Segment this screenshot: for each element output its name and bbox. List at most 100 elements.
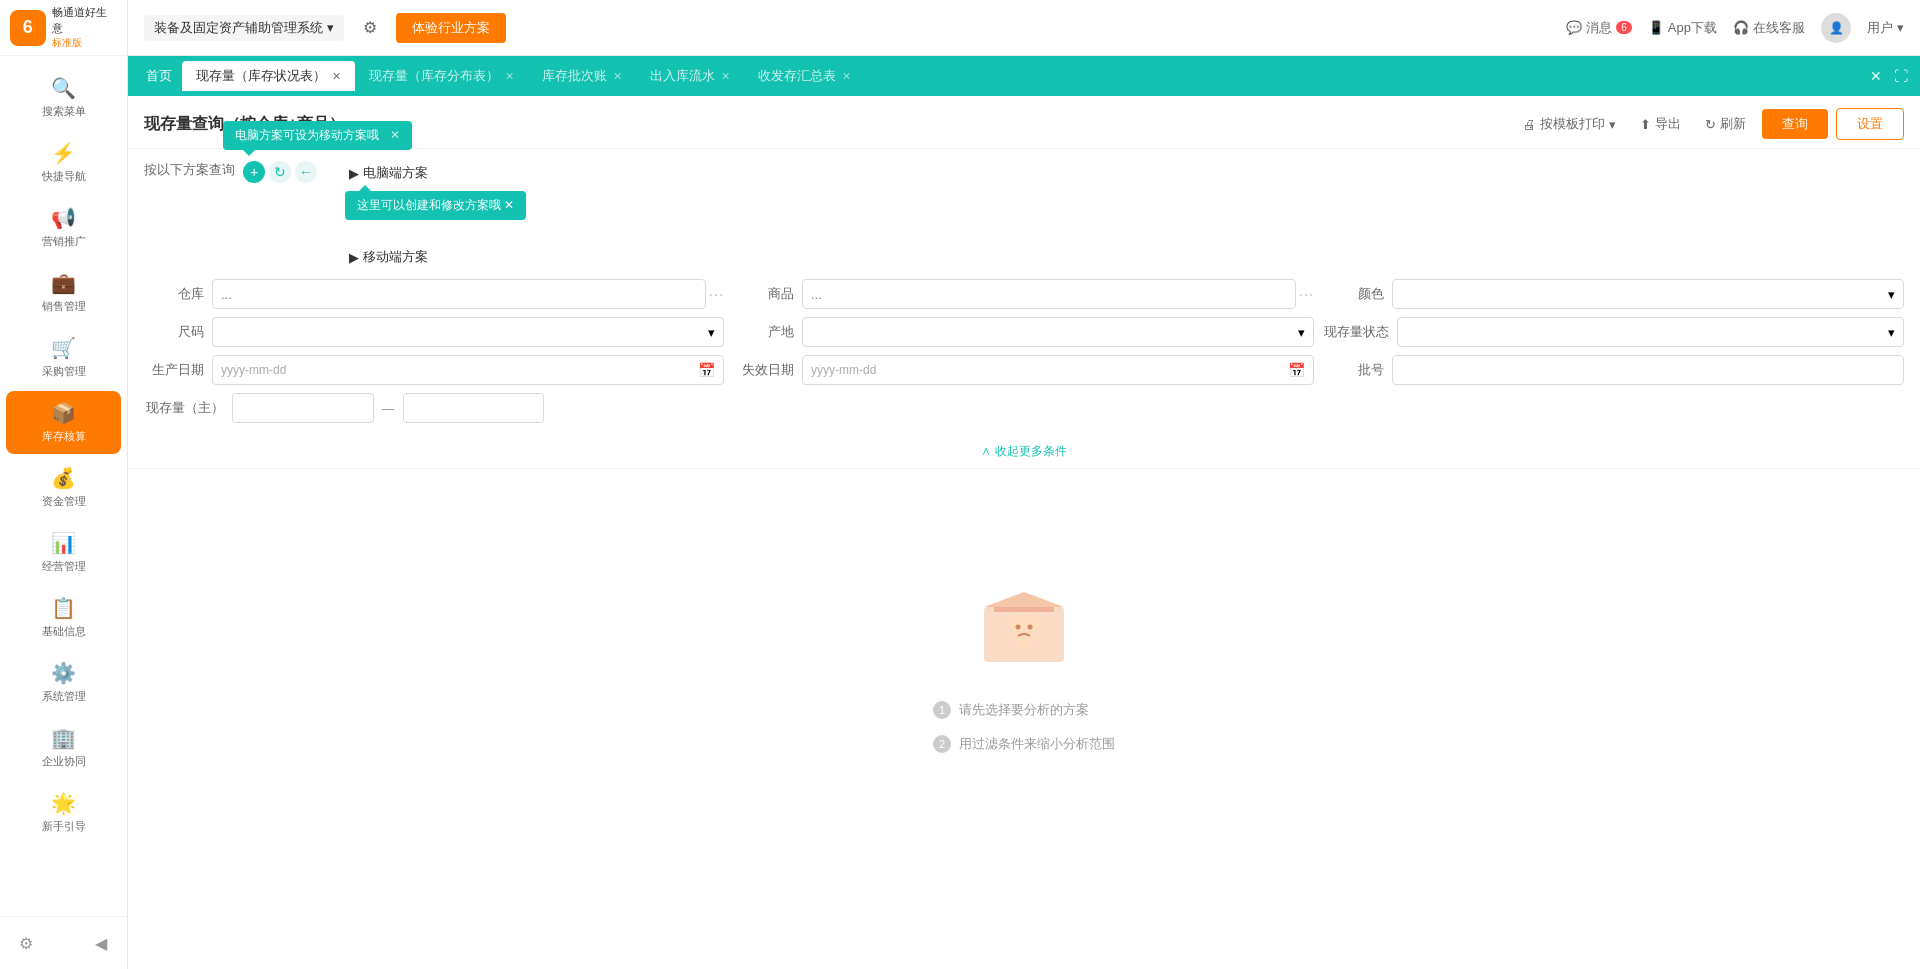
color-label: 颜色 <box>1324 285 1384 303</box>
avatar[interactable]: 👤 <box>1821 13 1851 43</box>
scheme-tooltip-pc-close[interactable]: ✕ <box>390 128 400 142</box>
warehouse-ellipsis[interactable]: ⋯ <box>708 285 724 304</box>
sidebar-item-finance[interactable]: 💰 资金管理 <box>6 456 121 519</box>
print-btn[interactable]: 🖨 按模板打印 ▾ <box>1515 111 1624 137</box>
industry-solution-btn[interactable]: 体验行业方案 <box>396 13 506 43</box>
newbie-icon: 🌟 <box>51 791 76 815</box>
tab-inventory-distribution[interactable]: 现存量（库存分布表） ✕ <box>355 61 528 91</box>
print-label: 按模板打印 <box>1540 115 1605 133</box>
user-label[interactable]: 用户 ▾ <box>1867 19 1904 37</box>
calendar-icon-expire[interactable]: 📅 <box>1288 362 1305 378</box>
empty-state: 1 请先选择要分析的方案 2 用过滤条件来缩小分析范围 <box>128 477 1920 837</box>
stock-status-select[interactable]: ▾ <box>1397 317 1904 347</box>
chevron-down-icon: ▾ <box>327 20 334 35</box>
expire-date-input[interactable]: yyyy-mm-dd 📅 <box>802 355 1314 385</box>
scheme-tooltip-create-text: 这里可以创建和修改方案哦 <box>357 198 501 212</box>
sidebar-item-search[interactable]: 🔍 搜索菜单 <box>6 66 121 129</box>
tab-inventory-status-close[interactable]: ✕ <box>332 70 341 83</box>
sidebar-label-sales: 销售管理 <box>42 299 86 314</box>
sidebar-item-marketing[interactable]: 📢 营销推广 <box>6 196 121 259</box>
sidebar-item-inventory[interactable]: 📦 库存核算 <box>6 391 121 454</box>
sidebar-item-operation[interactable]: 📊 经营管理 <box>6 521 121 584</box>
stock-range-max[interactable] <box>403 393 545 423</box>
origin-select[interactable]: ▾ <box>802 317 1314 347</box>
warehouse-input[interactable] <box>212 279 706 309</box>
collapse-bar[interactable]: ∧ 收起更多条件 <box>128 435 1920 469</box>
system-settings-btn[interactable]: ⚙ <box>354 12 386 44</box>
settings-btn-page[interactable]: 设置 <box>1836 108 1904 140</box>
sidebar-item-newbie[interactable]: 🌟 新手引导 <box>6 781 121 844</box>
sidebar-item-sales[interactable]: 💼 销售管理 <box>6 261 121 324</box>
inventory-icon: 📦 <box>51 401 76 425</box>
hint-num-2: 2 <box>933 735 951 753</box>
sidebar-item-purchase[interactable]: 🛒 采购管理 <box>6 326 121 389</box>
headset-icon: 🎧 <box>1733 20 1749 35</box>
header-right: 💬 消息 6 📱 App下载 🎧 在线客服 👤 用户 ▾ <box>1566 13 1904 43</box>
calendar-icon-produce[interactable]: 📅 <box>698 362 715 378</box>
pc-scheme-label: 电脑端方案 <box>363 164 428 182</box>
pc-scheme-arrow: ▶ <box>349 166 359 181</box>
add-scheme-btn[interactable]: + <box>243 161 265 183</box>
avatar-text: 👤 <box>1829 21 1844 35</box>
produce-date-input[interactable]: yyyy-mm-dd 📅 <box>212 355 724 385</box>
mobile-scheme-arrow: ▶ <box>349 250 359 265</box>
tab-batch-account-close[interactable]: ✕ <box>613 70 622 83</box>
system-selector[interactable]: 装备及固定资产辅助管理系统 ▾ <box>144 15 344 41</box>
tab-summary-label: 收发存汇总表 <box>758 67 836 85</box>
goods-input[interactable] <box>802 279 1296 309</box>
stock-range-min[interactable] <box>232 393 374 423</box>
message-action[interactable]: 💬 消息 6 <box>1566 19 1632 37</box>
filter-stock-range-row: 现存量（主） — <box>144 393 544 423</box>
refresh-scheme-btn[interactable]: ↻ <box>269 161 291 183</box>
refresh-icon: ↻ <box>1705 117 1716 132</box>
scheme-node-mobile[interactable]: ▶ 移动端方案 <box>345 245 432 269</box>
filter-batch-row: 批号 <box>1324 355 1904 385</box>
sidebar-item-system[interactable]: ⚙️ 系统管理 <box>6 651 121 714</box>
size-select[interactable]: ▾ <box>212 317 724 347</box>
sidebar-footer: ⚙ ◀ <box>0 916 127 969</box>
tab-flow[interactable]: 出入库流水 ✕ <box>636 61 744 91</box>
collapse-sidebar-btn[interactable]: ◀ <box>87 929 115 957</box>
color-select[interactable]: ▾ <box>1392 279 1904 309</box>
query-btn[interactable]: 查询 <box>1762 109 1828 139</box>
sidebar-label-marketing: 营销推广 <box>42 234 86 249</box>
app-download-action[interactable]: 📱 App下载 <box>1648 19 1717 37</box>
range-dash: — <box>382 401 395 416</box>
scheme-tooltip-create-close[interactable]: ✕ <box>504 198 514 212</box>
print-chevron-icon: ▾ <box>1609 117 1616 132</box>
tab-inventory-status[interactable]: 现存量（库存状况表） ✕ <box>182 61 355 91</box>
stock-status-chevron-icon: ▾ <box>1888 325 1895 340</box>
export-label: 导出 <box>1655 115 1681 133</box>
sidebar-item-enterprise[interactable]: 🏢 企业协同 <box>6 716 121 779</box>
batch-input[interactable] <box>1392 355 1904 385</box>
refresh-label: 刷新 <box>1720 115 1746 133</box>
sidebar-item-quick-nav[interactable]: ⚡ 快捷导航 <box>6 131 121 194</box>
scheme-tree: ▶ 电脑端方案 这里可以创建和修改方案哦 ✕ ▶ 移动端方案 <box>345 161 432 269</box>
tab-home[interactable]: 首页 <box>136 61 182 91</box>
hint-num-1: 1 <box>933 701 951 719</box>
tab-inventory-status-label: 现存量（库存状况表） <box>196 67 326 85</box>
export-icon: ⬆ <box>1640 117 1651 132</box>
tab-summary-close[interactable]: ✕ <box>842 70 851 83</box>
online-service-action[interactable]: 🎧 在线客服 <box>1733 19 1805 37</box>
sidebar-item-basic[interactable]: 📋 基础信息 <box>6 586 121 649</box>
sidebar-label-newbie: 新手引导 <box>42 819 86 834</box>
tab-close-all-btn[interactable]: ✕ <box>1866 64 1886 88</box>
header-left: 装备及固定资产辅助管理系统 ▾ ⚙ 体验行业方案 <box>144 12 506 44</box>
refresh-btn[interactable]: ↻ 刷新 <box>1697 111 1754 137</box>
settings-footer-btn[interactable]: ⚙ <box>12 929 40 957</box>
goods-ellipsis[interactable]: ⋯ <box>1298 285 1314 304</box>
search-icon: 🔍 <box>51 76 76 100</box>
tab-batch-account[interactable]: 库存批次账 ✕ <box>528 61 636 91</box>
back-scheme-btn[interactable]: ← <box>295 161 317 183</box>
system-name: 装备及固定资产辅助管理系统 <box>154 19 323 37</box>
export-btn[interactable]: ⬆ 导出 <box>1632 111 1689 137</box>
tab-inventory-distribution-close[interactable]: ✕ <box>505 70 514 83</box>
tab-summary[interactable]: 收发存汇总表 ✕ <box>744 61 865 91</box>
collapse-icon: ∧ <box>981 444 991 458</box>
sidebar-label-operation: 经营管理 <box>42 559 86 574</box>
app-download-label: App下载 <box>1668 19 1717 37</box>
tab-fullscreen-btn[interactable]: ⛶ <box>1890 64 1912 88</box>
svg-point-2 <box>1006 612 1042 648</box>
tab-flow-close[interactable]: ✕ <box>721 70 730 83</box>
